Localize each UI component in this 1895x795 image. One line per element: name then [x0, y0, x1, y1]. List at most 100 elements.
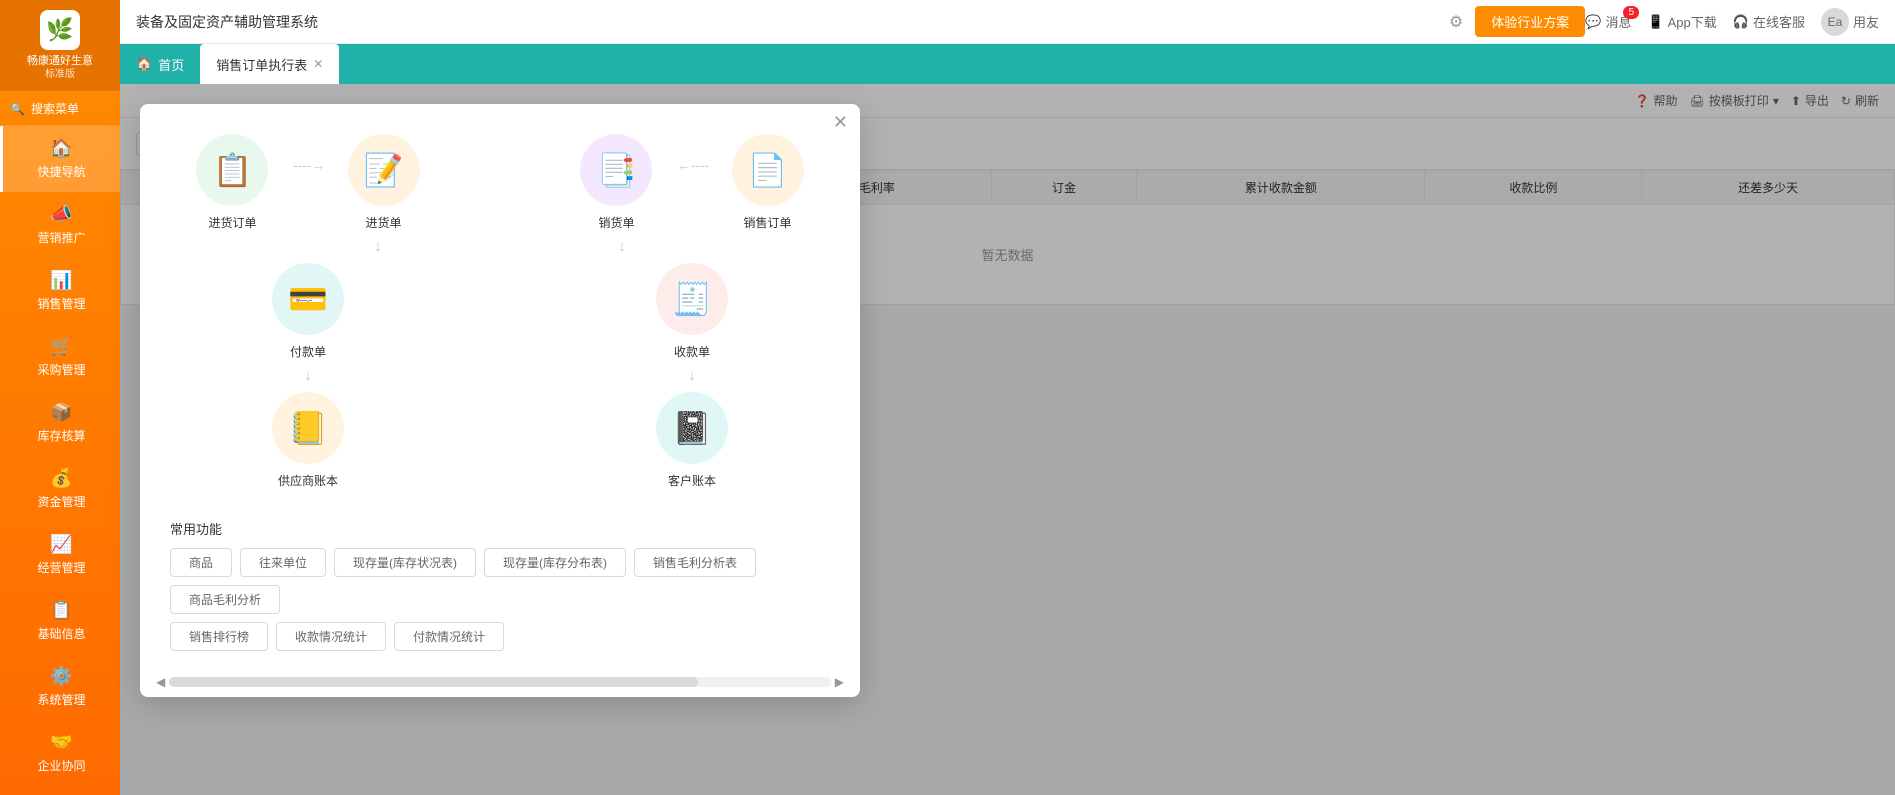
purchase-bill-label: 进货单	[366, 214, 402, 231]
logo-icon: 🌿	[40, 10, 80, 50]
basic-info-icon: 📋	[50, 600, 72, 621]
user-action[interactable]: Ea 用友	[1821, 8, 1879, 36]
customer-ledger-label: 客户账本	[668, 472, 716, 489]
sidebar-item-enterprise[interactable]: 🤝 企业协同	[0, 720, 120, 786]
func-btn-6[interactable]: 销售排行榜	[170, 622, 268, 651]
download-icon: 📱	[1647, 14, 1663, 30]
sidebar-item-operations[interactable]: 📈 经营管理	[0, 522, 120, 588]
func-btn-8[interactable]: 付款情况统计	[394, 622, 504, 651]
flow-item-customer-ledger[interactable]: 📓 客户账本	[649, 392, 734, 489]
func-btn-0[interactable]: 商品	[170, 548, 232, 577]
purchase-order-label: 进货订单	[208, 214, 256, 231]
purchase-bill-icon: 📝	[364, 151, 404, 189]
flow-item-purchase-order[interactable]: 📋 进货订单	[180, 134, 285, 231]
message-icon: 💬	[1585, 14, 1601, 30]
sales-bill-circle: 📑	[580, 134, 652, 206]
sidebar-item-finance[interactable]: 💰 资金管理	[0, 456, 120, 522]
settings-icon[interactable]: ⚙	[1449, 12, 1463, 32]
service-icon: 🎧	[1733, 14, 1749, 30]
scroll-left-icon[interactable]: ◀	[156, 675, 165, 689]
sidebar-item-quick-nav[interactable]: 🏠 快捷导航	[0, 126, 120, 192]
receipt-icon: 🧾	[672, 280, 712, 318]
sidebar-search-item[interactable]: 🔍 搜索菜单	[0, 92, 120, 126]
popup-overlay: ✕ 📋 进货订单 - - - - →	[120, 84, 1895, 795]
supplier-ledger-label: 供应商账本	[278, 472, 338, 489]
tab-sales-order[interactable]: 销售订单执行表 ✕	[200, 44, 339, 84]
home-icon: 🏠	[50, 138, 72, 159]
message-action[interactable]: 💬 消息 5	[1585, 12, 1631, 31]
search-icon: 🔍	[10, 102, 25, 116]
flow-item-supplier-ledger[interactable]: 📒 供应商账本	[265, 392, 350, 489]
inventory-icon: 📦	[50, 402, 72, 423]
popup-close-btn[interactable]: ✕	[833, 112, 848, 133]
sales-order-icon: 📄	[748, 151, 788, 189]
down-arrow-purchase: ↓	[374, 239, 382, 255]
home-tab-icon: 🏠	[136, 56, 152, 72]
logo-text: 畅康通好生意 标准版	[27, 54, 93, 81]
sales-order-label: 销售订单	[744, 214, 792, 231]
func-btn-3[interactable]: 现存量(库存分布表)	[484, 548, 626, 577]
tabbar: 🏠 首页 销售订单执行表 ✕	[120, 44, 1895, 84]
finance-icon: 💰	[50, 468, 72, 489]
sidebar-item-beginner[interactable]: 📌 新手引导	[0, 786, 120, 795]
func-btn-4[interactable]: 销售毛利分析表	[634, 548, 756, 577]
sidebar-item-sales[interactable]: 📊 销售管理	[0, 258, 120, 324]
customer-ledger-icon: 📓	[672, 409, 712, 447]
common-func-title: 常用功能	[170, 519, 830, 538]
func-btns-row2: 销售排行榜 收款情况统计 付款情况统计	[170, 622, 830, 651]
flow-item-receipt[interactable]: 🧾 收款单	[649, 263, 734, 360]
experience-btn[interactable]: 体验行业方案	[1475, 6, 1585, 37]
sidebar-item-system[interactable]: ⚙️ 系统管理	[0, 654, 120, 720]
sales-bill-icon: 📑	[597, 151, 637, 189]
sidebar-logo: 🌿 畅康通好生意 标准版	[0, 0, 120, 92]
purchase-order-icon: 📋	[213, 151, 253, 189]
app-download-action[interactable]: 📱 App下载	[1647, 12, 1716, 31]
tab-close-icon[interactable]: ✕	[313, 57, 323, 71]
message-badge: 5	[1623, 6, 1639, 19]
avatar: Ea	[1821, 8, 1849, 36]
supplier-ledger-icon: 📒	[288, 409, 328, 447]
popup: ✕ 📋 进货订单 - - - - →	[140, 104, 860, 697]
func-btns: 商品 往来单位 现存量(库存状况表) 现存量(库存分布表) 销售毛利分析表 商品…	[170, 548, 830, 614]
payment-label: 付款单	[290, 343, 326, 360]
sidebar-item-marketing[interactable]: 📣 营销推广	[0, 192, 120, 258]
flow-item-sales-order[interactable]: 📄 销售订单	[715, 134, 820, 231]
down-arrow-sales: ↓	[618, 239, 626, 255]
sidebar-item-purchase[interactable]: 🛒 采购管理	[0, 324, 120, 390]
sidebar-item-inventory[interactable]: 📦 库存核算	[0, 390, 120, 456]
system-title: 装备及固定资产辅助管理系统	[136, 12, 1449, 32]
payment-icon: 💳	[288, 280, 328, 318]
purchase-bill-circle: 📝	[348, 134, 420, 206]
func-btn-2[interactable]: 现存量(库存状况表)	[334, 548, 476, 577]
common-func-section: 常用功能 商品 往来单位 现存量(库存状况表) 现存量(库存分布表) 销售毛利分…	[140, 509, 860, 671]
down-arrow-payment: ↓	[304, 368, 312, 384]
online-service-action[interactable]: 🎧 在线客服	[1733, 12, 1805, 31]
purchase-icon: 🛒	[50, 336, 72, 357]
receipt-circle: 🧾	[656, 263, 728, 335]
sidebar-item-basic-info[interactable]: 📋 基础信息	[0, 588, 120, 654]
scroll-right-icon[interactable]: ▶	[835, 675, 844, 689]
popup-scrollbar: ◀ ▶	[140, 671, 860, 697]
flow-item-payment[interactable]: 💳 付款单	[265, 263, 350, 360]
operations-icon: 📈	[50, 534, 72, 555]
func-btn-7[interactable]: 收款情况统计	[276, 622, 386, 651]
purchase-order-circle: 📋	[196, 134, 268, 206]
sidebar-nav: 🏠 快捷导航 📣 营销推广 📊 销售管理 🛒 采购管理 📦 库存核算 💰 资金管…	[0, 126, 120, 795]
sales-order-circle: 📄	[732, 134, 804, 206]
supplier-ledger-circle: 📒	[272, 392, 344, 464]
topbar: 装备及固定资产辅助管理系统 ⚙ 体验行业方案 💬 消息 5 📱 App下载 🎧 …	[120, 0, 1895, 44]
flow-item-purchase-bill[interactable]: 📝 进货单	[331, 134, 436, 231]
sales-bill-label: 销货单	[598, 214, 634, 231]
marketing-icon: 📣	[50, 204, 72, 225]
tab-home[interactable]: 🏠 首页	[120, 44, 200, 84]
customer-ledger-circle: 📓	[656, 392, 728, 464]
arrow-h1: - - - - →	[285, 157, 331, 173]
scroll-track[interactable]	[169, 677, 831, 687]
func-btn-5[interactable]: 商品毛利分析	[170, 585, 280, 614]
flow-item-sales-bill[interactable]: 📑 销货单	[564, 134, 669, 231]
sidebar: 🌿 畅康通好生意 标准版 🔍 搜索菜单 🏠 快捷导航 📣 营销推广 📊 销售管理…	[0, 0, 120, 795]
func-btn-1[interactable]: 往来单位	[240, 548, 326, 577]
sales-icon: 📊	[50, 270, 72, 291]
payment-circle: 💳	[272, 263, 344, 335]
enterprise-icon: 🤝	[50, 732, 72, 753]
